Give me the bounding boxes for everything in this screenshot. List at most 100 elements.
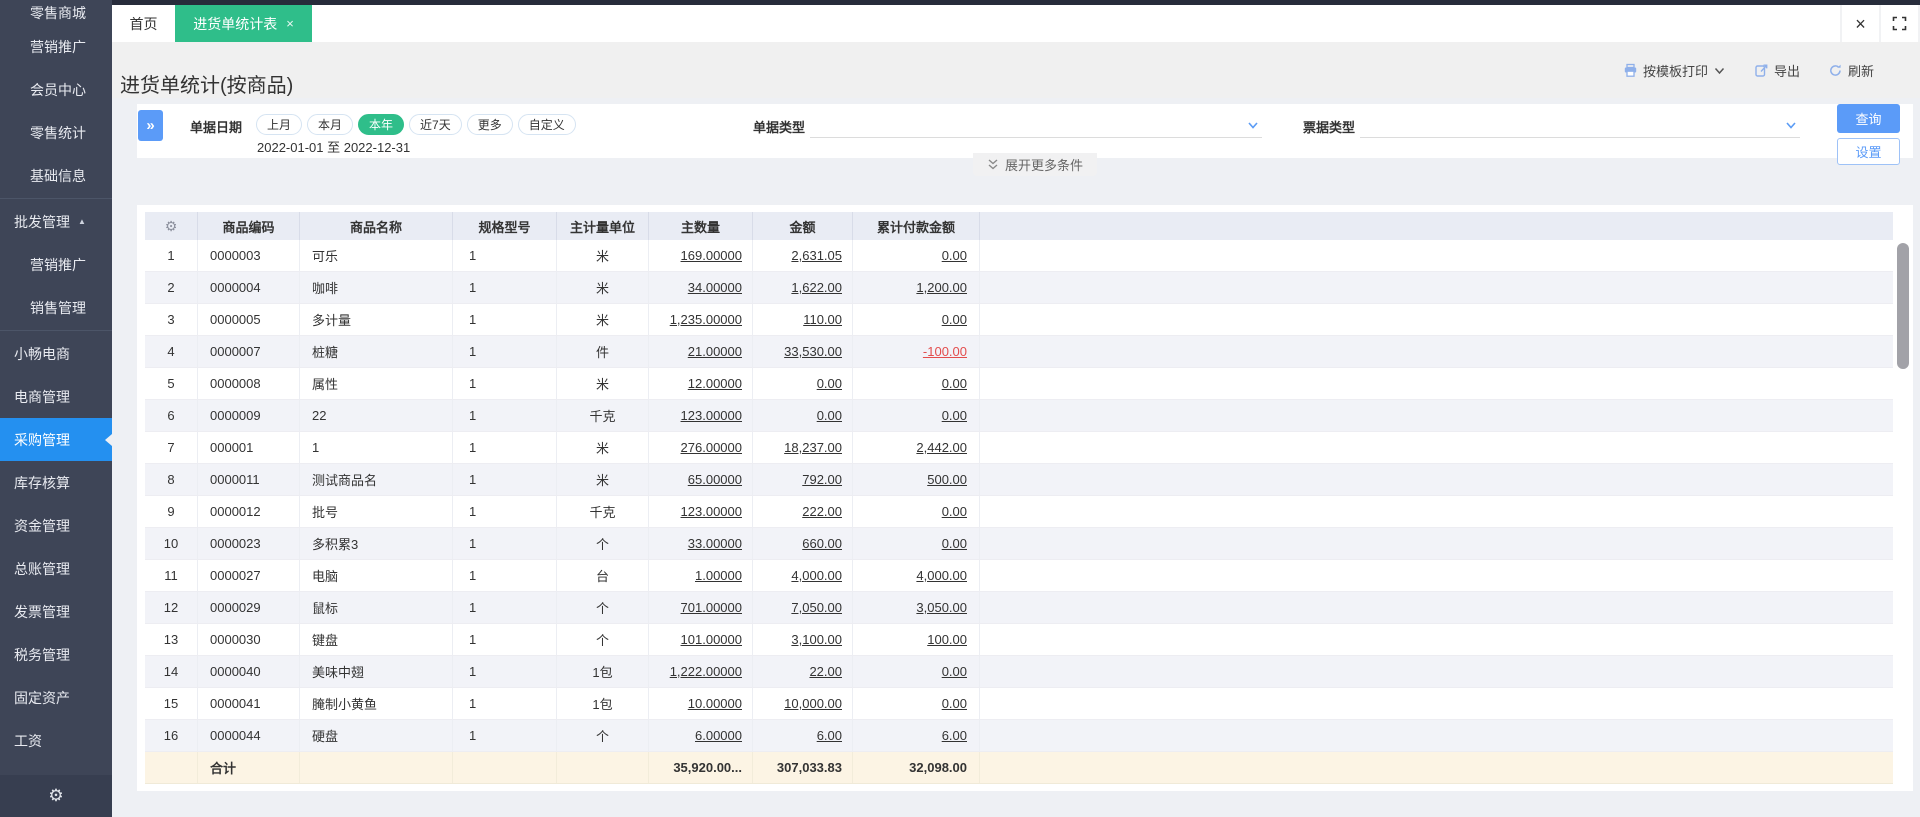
cell-paid-amount-link[interactable]: 0.00 bbox=[942, 664, 967, 679]
cell-main-qty-link[interactable]: 169.00000 bbox=[681, 248, 742, 263]
cell-main-qty-link[interactable]: 34.00000 bbox=[688, 280, 742, 295]
sidebar-item-label: 批发管理 bbox=[14, 213, 70, 230]
sidebar-item-小畅电商[interactable]: 小畅电商 bbox=[0, 332, 112, 375]
refresh-button[interactable]: 刷新 bbox=[1828, 61, 1874, 80]
sidebar-item-库存核算[interactable]: 库存核算 bbox=[0, 461, 112, 504]
cell-amount-link[interactable]: 22.00 bbox=[809, 664, 842, 679]
date-pill-更多[interactable]: 更多 bbox=[466, 114, 513, 135]
cell-paid-amount-link[interactable]: 6.00 bbox=[942, 728, 967, 743]
cell-paid-amount-link[interactable]: 0.00 bbox=[942, 408, 967, 423]
cell-main-qty-link[interactable]: 701.00000 bbox=[681, 600, 742, 615]
cell-main-qty-link[interactable]: 21.00000 bbox=[688, 344, 742, 359]
column-header-主计量单位[interactable]: 主计量单位 bbox=[557, 212, 649, 240]
column-header-主数量[interactable]: 主数量 bbox=[649, 212, 753, 240]
cell-main-qty-link[interactable]: 1,235.00000 bbox=[670, 312, 742, 327]
sidebar-item-工资[interactable]: 工资 bbox=[0, 719, 112, 762]
tab-home[interactable]: 首页 bbox=[112, 5, 175, 42]
sidebar-item-电商管理[interactable]: 电商管理 bbox=[0, 375, 112, 418]
cell-amount-link[interactable]: 110.00 bbox=[803, 312, 842, 327]
cell-main-qty-link[interactable]: 65.00000 bbox=[688, 472, 742, 487]
cell-amount-link[interactable]: 660.00 bbox=[802, 536, 842, 551]
sidebar-item-发票管理[interactable]: 发票管理 bbox=[0, 590, 112, 633]
date-pill-上月[interactable]: 上月 bbox=[256, 114, 303, 135]
tab-close-icon[interactable]: × bbox=[286, 16, 294, 31]
cell-amount-link[interactable]: 0.00 bbox=[817, 376, 842, 391]
cell-amount-link[interactable]: 7,050.00 bbox=[791, 600, 842, 615]
sidebar-item-基础信息[interactable]: 基础信息 bbox=[0, 154, 112, 197]
cell-amount-link[interactable]: 0.00 bbox=[817, 408, 842, 423]
sidebar-item-会员中心[interactable]: 会员中心 bbox=[0, 68, 112, 111]
column-header-金额[interactable]: 金额 bbox=[753, 212, 853, 240]
cell-main-qty-link[interactable]: 12.00000 bbox=[688, 376, 742, 391]
print-by-template-button[interactable]: 按模板打印 bbox=[1623, 61, 1726, 80]
sidebar-item-营销推广[interactable]: 营销推广 bbox=[0, 243, 112, 286]
cell-paid-amount-link[interactable]: 1,200.00 bbox=[916, 280, 967, 295]
date-pill-本年[interactable]: 本年 bbox=[358, 114, 405, 135]
cell-amount-link[interactable]: 3,100.00 bbox=[791, 632, 842, 647]
cell-amount-link[interactable]: 792.00 bbox=[802, 472, 842, 487]
settings-gear-icon[interactable]: ⚙ bbox=[48, 786, 63, 806]
sidebar-item-销售管理[interactable]: 销售管理 bbox=[0, 286, 112, 329]
expand-more-conditions-button[interactable]: 展开更多条件 bbox=[973, 153, 1097, 176]
cell-amount-link[interactable]: 2,631.05 bbox=[791, 248, 842, 263]
cell-paid-amount-link[interactable]: 4,000.00 bbox=[916, 568, 967, 583]
sidebar-item-营销推广[interactable]: 营销推广 bbox=[0, 25, 112, 68]
cell-main-qty-link[interactable]: 123.00000 bbox=[681, 408, 742, 423]
settings-button[interactable]: 设置 bbox=[1837, 138, 1900, 165]
close-window-button[interactable]: × bbox=[1842, 5, 1879, 42]
cell-main-qty-link[interactable]: 101.00000 bbox=[681, 632, 742, 647]
date-pill-近7天[interactable]: 近7天 bbox=[409, 114, 462, 135]
cell-paid-amount-link[interactable]: 0.00 bbox=[942, 696, 967, 711]
doc-type-select[interactable] bbox=[810, 112, 1262, 138]
cell-main-qty-link[interactable]: 276.00000 bbox=[681, 440, 742, 455]
sidebar-item-零售商城[interactable]: 零售商城 bbox=[0, 0, 112, 25]
cell-rownum: 12 bbox=[145, 592, 198, 623]
cell-main-qty-link[interactable]: 123.00000 bbox=[681, 504, 742, 519]
sidebar-item-资金管理[interactable]: 资金管理 bbox=[0, 504, 112, 547]
tab-purchase-statistics[interactable]: 进货单统计表 × bbox=[175, 5, 312, 42]
cell-unit: 米 bbox=[557, 272, 649, 303]
cell-amount-link[interactable]: 222.00 bbox=[802, 504, 842, 519]
sidebar-item-零售统计[interactable]: 零售统计 bbox=[0, 111, 112, 154]
column-header-累计付款金额[interactable]: 累计付款金额 bbox=[853, 212, 980, 240]
fullscreen-button[interactable] bbox=[1881, 5, 1918, 42]
cell-amount-link[interactable]: 18,237.00 bbox=[784, 440, 842, 455]
cell-paid-amount-link[interactable]: 0.00 bbox=[942, 312, 967, 327]
cell-main-qty-link[interactable]: 1,222.00000 bbox=[670, 664, 742, 679]
export-button[interactable]: 导出 bbox=[1754, 61, 1800, 80]
cell-paid-amount-link[interactable]: -100.00 bbox=[923, 344, 967, 359]
vertical-scrollbar-thumb[interactable] bbox=[1897, 243, 1909, 369]
cell-paid-amount-link[interactable]: 0.00 bbox=[942, 248, 967, 263]
cell-paid-amount-link[interactable]: 0.00 bbox=[942, 376, 967, 391]
cell-unit: 米 bbox=[557, 368, 649, 399]
cell-paid-amount-link[interactable]: 0.00 bbox=[942, 504, 967, 519]
sidebar-item-采购管理[interactable]: 采购管理 bbox=[0, 418, 112, 461]
sidebar-item-固定资产[interactable]: 固定资产 bbox=[0, 676, 112, 719]
date-pill-本月[interactable]: 本月 bbox=[307, 114, 354, 135]
cell-amount-link[interactable]: 6.00 bbox=[817, 728, 842, 743]
column-header-商品名称[interactable]: 商品名称 bbox=[300, 212, 453, 240]
sidebar-item-总账管理[interactable]: 总账管理 bbox=[0, 547, 112, 590]
bill-type-select[interactable] bbox=[1360, 112, 1800, 138]
search-button[interactable]: 查询 bbox=[1837, 104, 1900, 133]
column-header-商品编码[interactable]: 商品编码 bbox=[198, 212, 300, 240]
column-header-规格型号[interactable]: 规格型号 bbox=[453, 212, 557, 240]
cell-paid-amount-link[interactable]: 500.00 bbox=[927, 472, 967, 487]
sidebar-item-批发管理[interactable]: 批发管理 ▲ bbox=[0, 200, 112, 243]
cell-main-qty-link[interactable]: 1.00000 bbox=[695, 568, 742, 583]
cell-main-qty-link[interactable]: 33.00000 bbox=[688, 536, 742, 551]
cell-paid-amount-link[interactable]: 100.00 bbox=[927, 632, 967, 647]
cell-paid-amount-link[interactable]: 2,442.00 bbox=[916, 440, 967, 455]
date-pill-自定义[interactable]: 自定义 bbox=[517, 114, 576, 135]
cell-amount-link[interactable]: 10,000.00 bbox=[784, 696, 842, 711]
sidebar-item-税务管理[interactable]: 税务管理 bbox=[0, 633, 112, 676]
cell-amount-link[interactable]: 1,622.00 bbox=[791, 280, 842, 295]
cell-main-qty-link[interactable]: 10.00000 bbox=[688, 696, 742, 711]
cell-paid-amount-link[interactable]: 3,050.00 bbox=[916, 600, 967, 615]
collapse-filter-button[interactable]: » bbox=[138, 110, 163, 141]
cell-main-qty-link[interactable]: 6.00000 bbox=[695, 728, 742, 743]
cell-amount-link[interactable]: 33,530.00 bbox=[784, 344, 842, 359]
column-settings-cell[interactable]: ⚙ bbox=[145, 212, 198, 240]
cell-amount-link[interactable]: 4,000.00 bbox=[791, 568, 842, 583]
cell-paid-amount-link[interactable]: 0.00 bbox=[942, 536, 967, 551]
